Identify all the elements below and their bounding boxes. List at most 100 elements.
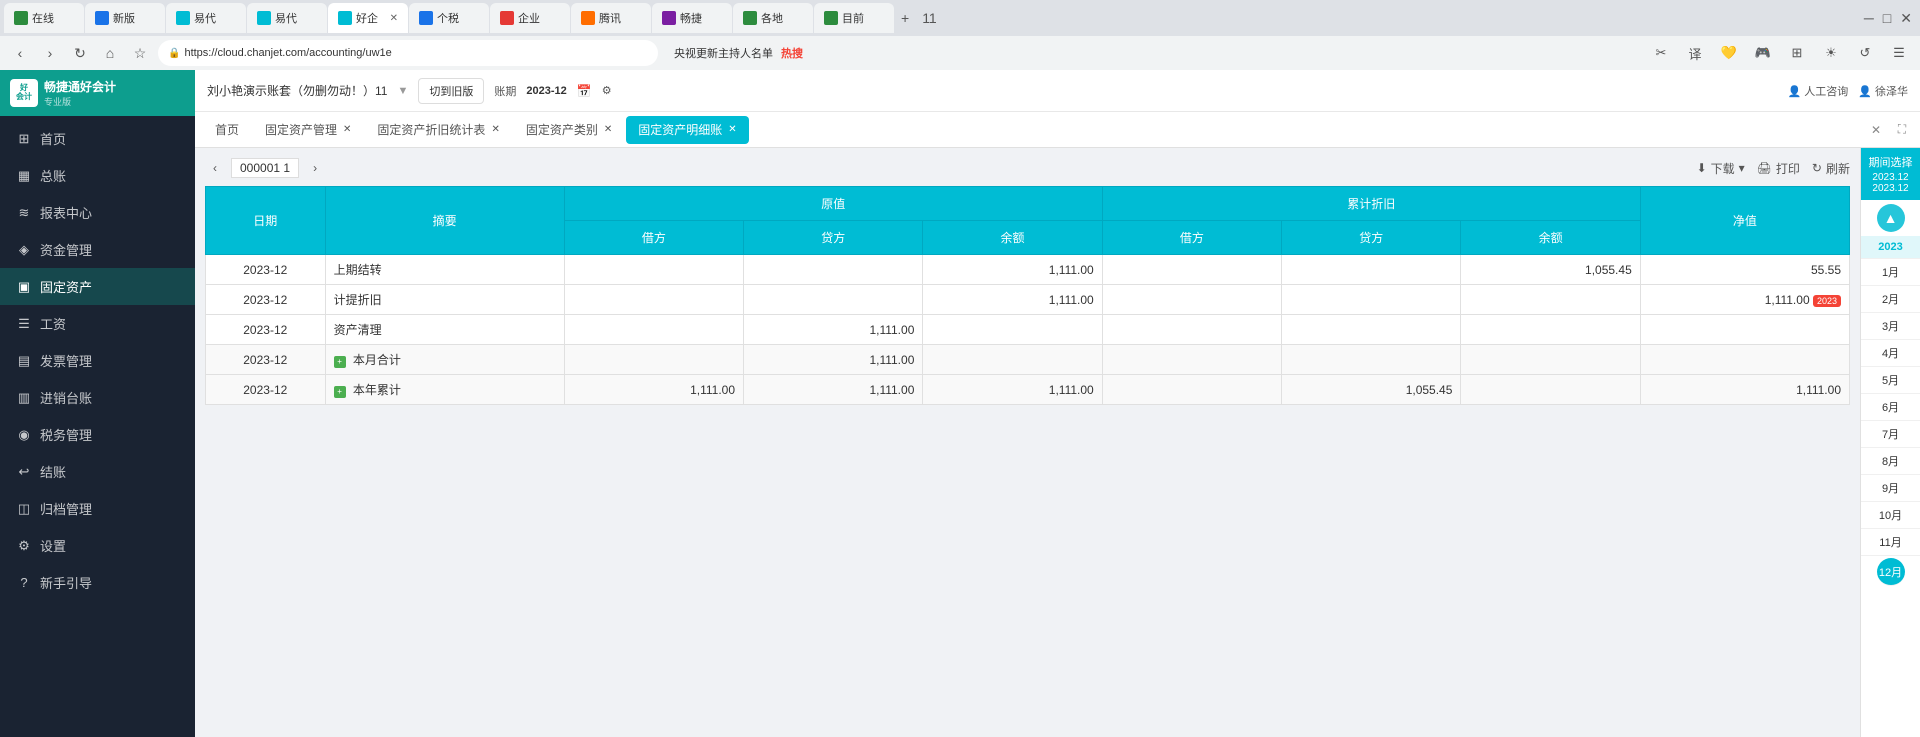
tab-label-10: 各地 bbox=[761, 10, 783, 26]
browser-tab-2[interactable]: 新版 bbox=[85, 3, 165, 33]
reload-btn[interactable]: ↻ bbox=[68, 41, 92, 65]
closing-icon: ↩ bbox=[16, 464, 32, 480]
badge-btn[interactable]: 11 bbox=[916, 10, 943, 26]
minimize-btn[interactable]: ─ bbox=[1860, 10, 1878, 26]
download-btn[interactable]: ⬇ 下载 ▾ bbox=[1697, 160, 1745, 177]
prev-page-btn[interactable]: ‹ bbox=[205, 158, 225, 178]
back-btn[interactable]: ‹ bbox=[8, 41, 32, 65]
history-icon[interactable]: ↺ bbox=[1852, 40, 1878, 66]
cell-accum-balance-1 bbox=[1461, 285, 1640, 315]
tab-favicon-3 bbox=[176, 11, 190, 25]
period-month-4[interactable]: 4月 bbox=[1861, 340, 1920, 367]
tab-favicon-4 bbox=[257, 11, 271, 25]
tab-collapse-btn[interactable]: ✕ bbox=[1866, 120, 1886, 140]
tab-close-fixed-assets-cat[interactable]: ✕ bbox=[604, 124, 612, 135]
browser-tab-8[interactable]: 腾讯 bbox=[571, 3, 651, 33]
th-accum-debit: 借方 bbox=[1102, 221, 1281, 255]
table-row: 2023-12 资产清理 1,111.00 bbox=[206, 315, 1850, 345]
browser-tab-9[interactable]: 畅捷 bbox=[652, 3, 732, 33]
tab-close-5[interactable]: ✕ bbox=[390, 13, 398, 24]
period-month-3[interactable]: 3月 bbox=[1861, 313, 1920, 340]
address-box[interactable]: 🔒 https://cloud.chanjet.com/accounting/u… bbox=[158, 40, 658, 66]
period-month-1[interactable]: 1月 bbox=[1861, 259, 1920, 286]
browser-tab-10[interactable]: 各地 bbox=[733, 3, 813, 33]
period-year-label[interactable]: 2023 bbox=[1861, 236, 1920, 259]
summary-icon-3: + bbox=[334, 356, 346, 368]
period-month-9[interactable]: 9月 bbox=[1861, 475, 1920, 502]
home-nav-btn[interactable]: ⌂ bbox=[98, 41, 122, 65]
browser-tab-6[interactable]: 个税 bbox=[409, 3, 489, 33]
period-month-7[interactable]: 7月 bbox=[1861, 421, 1920, 448]
tab-expand-btn[interactable]: ⛶ bbox=[1892, 120, 1912, 140]
download-icon: ⬇ bbox=[1697, 161, 1707, 175]
sidebar-item-inventory[interactable]: ▥ 进销台账 bbox=[0, 379, 195, 416]
sidebar-item-closing[interactable]: ↩ 结账 bbox=[0, 453, 195, 490]
browser-tab-11[interactable]: 目前 bbox=[814, 3, 894, 33]
period-month-11[interactable]: 11月 bbox=[1861, 529, 1920, 556]
browser-tab-5[interactable]: 好企 ✕ bbox=[328, 3, 408, 33]
sidebar-item-payroll[interactable]: ☰ 工资 bbox=[0, 305, 195, 342]
browser-tab-7[interactable]: 企业 bbox=[490, 3, 570, 33]
tab-fixed-assets-depr[interactable]: 固定资产折旧统计表 ✕ bbox=[365, 116, 511, 144]
sidebar-item-tax[interactable]: ◉ 税务管理 bbox=[0, 416, 195, 453]
sidebar-item-settings[interactable]: ⚙ 设置 bbox=[0, 527, 195, 564]
grid-icon[interactable]: ⊞ bbox=[1784, 40, 1810, 66]
period-month-6[interactable]: 6月 bbox=[1861, 394, 1920, 421]
period-up-btn[interactable]: ▲ bbox=[1877, 204, 1905, 232]
sidebar-item-reports[interactable]: ≋ 报表中心 bbox=[0, 194, 195, 231]
sidebar-item-fixed-assets[interactable]: ▣ 固定资产 bbox=[0, 268, 195, 305]
calendar-icon[interactable]: 📅 bbox=[577, 84, 592, 98]
sidebar-item-funds[interactable]: ◈ 资金管理 bbox=[0, 231, 195, 268]
sidebar-item-ledger[interactable]: ▦ 总账 bbox=[0, 157, 195, 194]
settings-gear-btn[interactable]: ⚙ bbox=[602, 84, 612, 97]
tab-close-fixed-assets-mgmt[interactable]: ✕ bbox=[343, 124, 351, 135]
bookmark-btn[interactable]: ☆ bbox=[128, 41, 152, 65]
help-btn[interactable]: 👤 人工咨询 bbox=[1787, 83, 1848, 99]
game-icon[interactable]: 🎮 bbox=[1750, 40, 1776, 66]
cell-date-4: 2023-12 bbox=[206, 375, 326, 405]
period-month-5[interactable]: 5月 bbox=[1861, 367, 1920, 394]
browser-tab-1[interactable]: 在线 bbox=[4, 3, 84, 33]
tab-home[interactable]: 首页 bbox=[203, 116, 251, 144]
close-btn[interactable]: ✕ bbox=[1896, 10, 1916, 27]
period-month-12[interactable]: 12月 bbox=[1877, 558, 1905, 586]
cell-date-1: 2023-12 bbox=[206, 285, 326, 315]
th-original-credit: 贷方 bbox=[744, 221, 923, 255]
tab-fixed-assets-cat[interactable]: 固定资产类别 ✕ bbox=[514, 116, 624, 144]
wallet-icon[interactable]: 💛 bbox=[1716, 40, 1742, 66]
sidebar-item-archive[interactable]: ◫ 归档管理 bbox=[0, 490, 195, 527]
forward-btn[interactable]: › bbox=[38, 41, 62, 65]
sidebar-item-home[interactable]: ⊞ 首页 bbox=[0, 120, 195, 157]
brightness-icon[interactable]: ☀ bbox=[1818, 40, 1844, 66]
tab-close-fixed-assets-detail[interactable]: ✕ bbox=[728, 124, 736, 135]
period-month-10[interactable]: 10月 bbox=[1861, 502, 1920, 529]
tab-fixed-assets-detail[interactable]: 固定资产明细账 ✕ bbox=[626, 116, 748, 144]
cell-accum-balance-2 bbox=[1461, 315, 1640, 345]
cell-orig-balance-0: 1,111.00 bbox=[923, 255, 1102, 285]
cell-net-value-2 bbox=[1640, 315, 1849, 345]
user-btn[interactable]: 👤 徐泽华 bbox=[1858, 83, 1908, 99]
cell-accum-credit-1 bbox=[1282, 285, 1461, 315]
download-label: 下载 bbox=[1711, 160, 1735, 177]
hot-search-label: 热搜 bbox=[781, 45, 803, 61]
sidebar-item-guide[interactable]: ? 新手引导 bbox=[0, 564, 195, 601]
refresh-btn[interactable]: ↻ 刷新 bbox=[1812, 160, 1850, 177]
new-tab-btn[interactable]: + bbox=[895, 10, 915, 26]
tab-close-fixed-assets-depr[interactable]: ✕ bbox=[491, 124, 499, 135]
browser-tab-3[interactable]: 易代 bbox=[166, 3, 246, 33]
menu-icon[interactable]: ☰ bbox=[1886, 40, 1912, 66]
translate-icon[interactable]: 译 bbox=[1682, 40, 1708, 66]
tab-label-home: 首页 bbox=[215, 121, 239, 138]
sidebar-item-invoice[interactable]: ▤ 发票管理 bbox=[0, 342, 195, 379]
print-btn[interactable]: 🖨 打印 bbox=[1757, 160, 1800, 177]
browser-tab-4[interactable]: 易代 bbox=[247, 3, 327, 33]
period-month-2[interactable]: 2月 bbox=[1861, 286, 1920, 313]
scissors-icon[interactable]: ✂ bbox=[1648, 40, 1674, 66]
maximize-btn[interactable]: □ bbox=[1879, 10, 1895, 26]
switch-version-btn[interactable]: 切到旧版 bbox=[418, 78, 484, 104]
next-page-btn[interactable]: › bbox=[305, 158, 325, 178]
period-month-8[interactable]: 8月 bbox=[1861, 448, 1920, 475]
tab-fixed-assets-mgmt[interactable]: 固定资产管理 ✕ bbox=[253, 116, 363, 144]
refresh-icon: ↻ bbox=[1812, 161, 1822, 175]
top-bar: 刘小艳演示账套（勿删勿动！）11 ▼ 切到旧版 账期 2023-12 📅 ⚙ 👤… bbox=[195, 70, 1920, 112]
